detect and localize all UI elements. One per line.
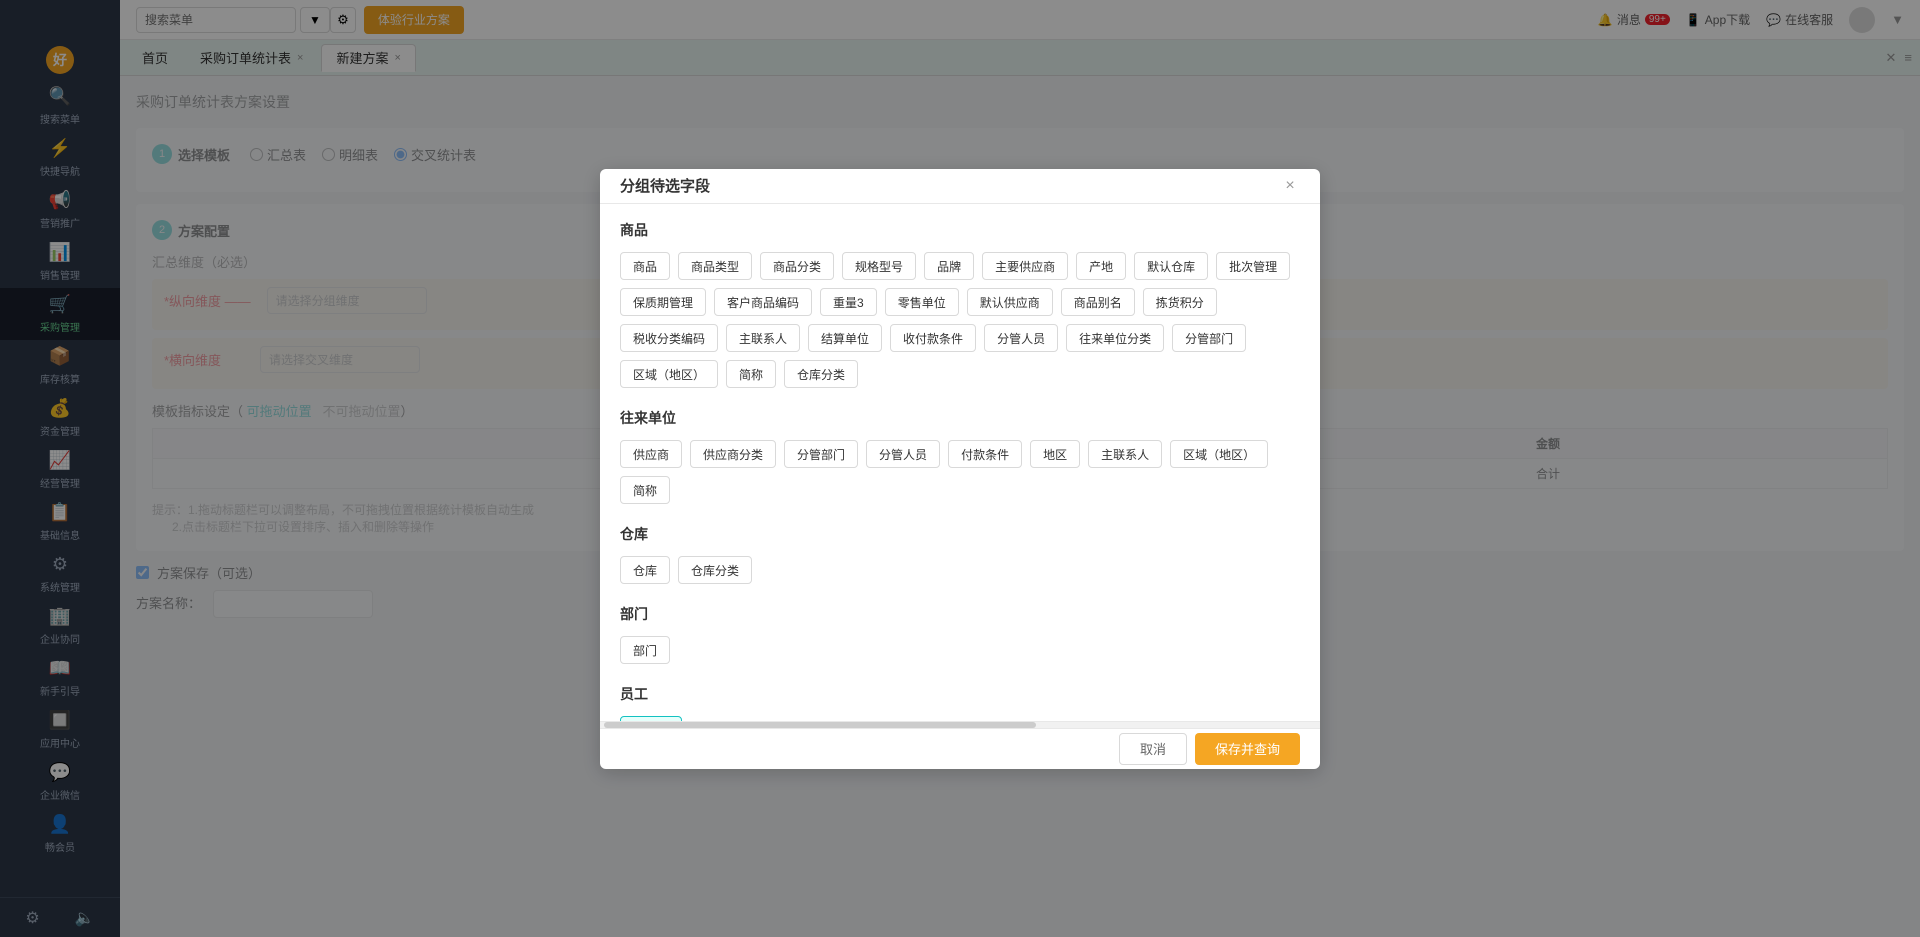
modal-backdrop: 分组待选字段 × 商品商品商品类型商品分类规格型号品牌主要供应商产地默认仓库批次… — [0, 0, 1920, 937]
field-tag-spec_model[interactable]: 规格型号 — [842, 252, 916, 280]
field-tag-retail_unit[interactable]: 零售单位 — [885, 288, 959, 316]
field-tag-payment_terms[interactable]: 收付款条件 — [890, 324, 976, 352]
field-tag-brand[interactable]: 品牌 — [924, 252, 974, 280]
field-section-title-warehouse: 仓库 — [620, 524, 1300, 544]
field-tag-dept[interactable]: 分管部门 — [784, 440, 858, 468]
field-section-department: 部门部门 — [620, 604, 1300, 664]
field-tags-partner: 供应商供应商分类分管部门分管人员付款条件地区主联系人区域（地区） 简称 — [620, 440, 1300, 504]
field-tag-goods_alias[interactable]: 商品别名 — [1061, 288, 1135, 316]
field-tag-wh_category[interactable]: 仓库分类 — [678, 556, 752, 584]
modal-body[interactable]: 商品商品商品类型商品分类规格型号品牌主要供应商产地默认仓库批次管理保质期管理客户… — [600, 204, 1320, 720]
modal-footer: 取消 保存并查询 — [600, 728, 1320, 769]
field-section-title-employee: 员工 — [620, 684, 1300, 704]
field-tag-staff[interactable]: 分管人员 — [866, 440, 940, 468]
field-select-modal: 分组待选字段 × 商品商品商品类型商品分类规格型号品牌主要供应商产地默认仓库批次… — [600, 169, 1320, 769]
field-tags-warehouse: 仓库仓库分类 — [620, 556, 1300, 584]
field-tag-weight3[interactable]: 重量3 — [820, 288, 877, 316]
field-tags-goods: 商品商品类型商品分类规格型号品牌主要供应商产地默认仓库批次管理保质期管理客户商品… — [620, 252, 1300, 388]
field-tag-admin_dept[interactable]: 分管部门 — [1172, 324, 1246, 352]
field-tag-pay_terms[interactable]: 付款条件 — [948, 440, 1022, 468]
field-tag-dept2[interactable]: 部门 — [620, 636, 670, 664]
field-tag-customer_code[interactable]: 客户商品编码 — [714, 288, 812, 316]
field-tag-region2[interactable]: 区域（地区） — [1170, 440, 1268, 468]
field-tag-quality_mgmt[interactable]: 保质期管理 — [620, 288, 706, 316]
field-tag-settle_unit[interactable]: 结算单位 — [808, 324, 882, 352]
field-section-title-partner: 往来单位 — [620, 408, 1300, 428]
field-tag-default_supplier[interactable]: 默认供应商 — [967, 288, 1053, 316]
field-tag-default_warehouse[interactable]: 默认仓库 — [1134, 252, 1208, 280]
field-tag-batch_mgmt[interactable]: 批次管理 — [1216, 252, 1290, 280]
field-tag-wh[interactable]: 仓库 — [620, 556, 670, 584]
modal-hscrollbar[interactable] — [600, 721, 1320, 728]
field-tag-warehouse_category[interactable]: 仓库分类 — [784, 360, 858, 388]
field-tag-area[interactable]: 地区 — [1030, 440, 1080, 468]
field-tag-main_supplier[interactable]: 主要供应商 — [982, 252, 1068, 280]
field-tag-contact_person[interactable]: 主联系人 — [726, 324, 800, 352]
field-tag-pick_points[interactable]: 拣货积分 — [1143, 288, 1217, 316]
field-section-goods: 商品商品商品类型商品分类规格型号品牌主要供应商产地默认仓库批次管理保质期管理客户… — [620, 220, 1300, 388]
field-section-title-department: 部门 — [620, 604, 1300, 624]
field-tag-short_name[interactable]: 简称 — [726, 360, 776, 388]
confirm-button[interactable]: 保存并查询 — [1195, 733, 1300, 765]
field-section-warehouse: 仓库仓库仓库分类 — [620, 524, 1300, 584]
field-tag-goods_type[interactable]: 商品类型 — [678, 252, 752, 280]
field-tag-origin[interactable]: 产地 — [1076, 252, 1126, 280]
field-tag-source_unit_category[interactable]: 往来单位分类 — [1066, 324, 1164, 352]
field-section-employee: 员工业务员 — [620, 684, 1300, 720]
modal-header: 分组待选字段 × — [600, 169, 1320, 205]
field-section-title-goods: 商品 — [620, 220, 1300, 240]
field-tag-supplier_category[interactable]: 供应商分类 — [690, 440, 776, 468]
cancel-button[interactable]: 取消 — [1119, 733, 1187, 765]
field-tag-short2[interactable]: 简称 — [620, 476, 670, 504]
field-tag-supplier[interactable]: 供应商 — [620, 440, 682, 468]
field-section-partner: 往来单位供应商供应商分类分管部门分管人员付款条件地区主联系人区域（地区） 简称 — [620, 408, 1300, 504]
field-tag-goods_category[interactable]: 商品分类 — [760, 252, 834, 280]
field-tag-admin_staff[interactable]: 分管人员 — [984, 324, 1058, 352]
field-tag-main_contact[interactable]: 主联系人 — [1088, 440, 1162, 468]
modal-title: 分组待选字段 — [620, 175, 710, 196]
field-tag-tax_code[interactable]: 税收分类编码 — [620, 324, 718, 352]
modal-close-button[interactable]: × — [1280, 176, 1300, 196]
field-tag-goods_name[interactable]: 商品 — [620, 252, 670, 280]
field-tags-department: 部门 — [620, 636, 1300, 664]
field-tag-region[interactable]: 区域（地区） — [620, 360, 718, 388]
